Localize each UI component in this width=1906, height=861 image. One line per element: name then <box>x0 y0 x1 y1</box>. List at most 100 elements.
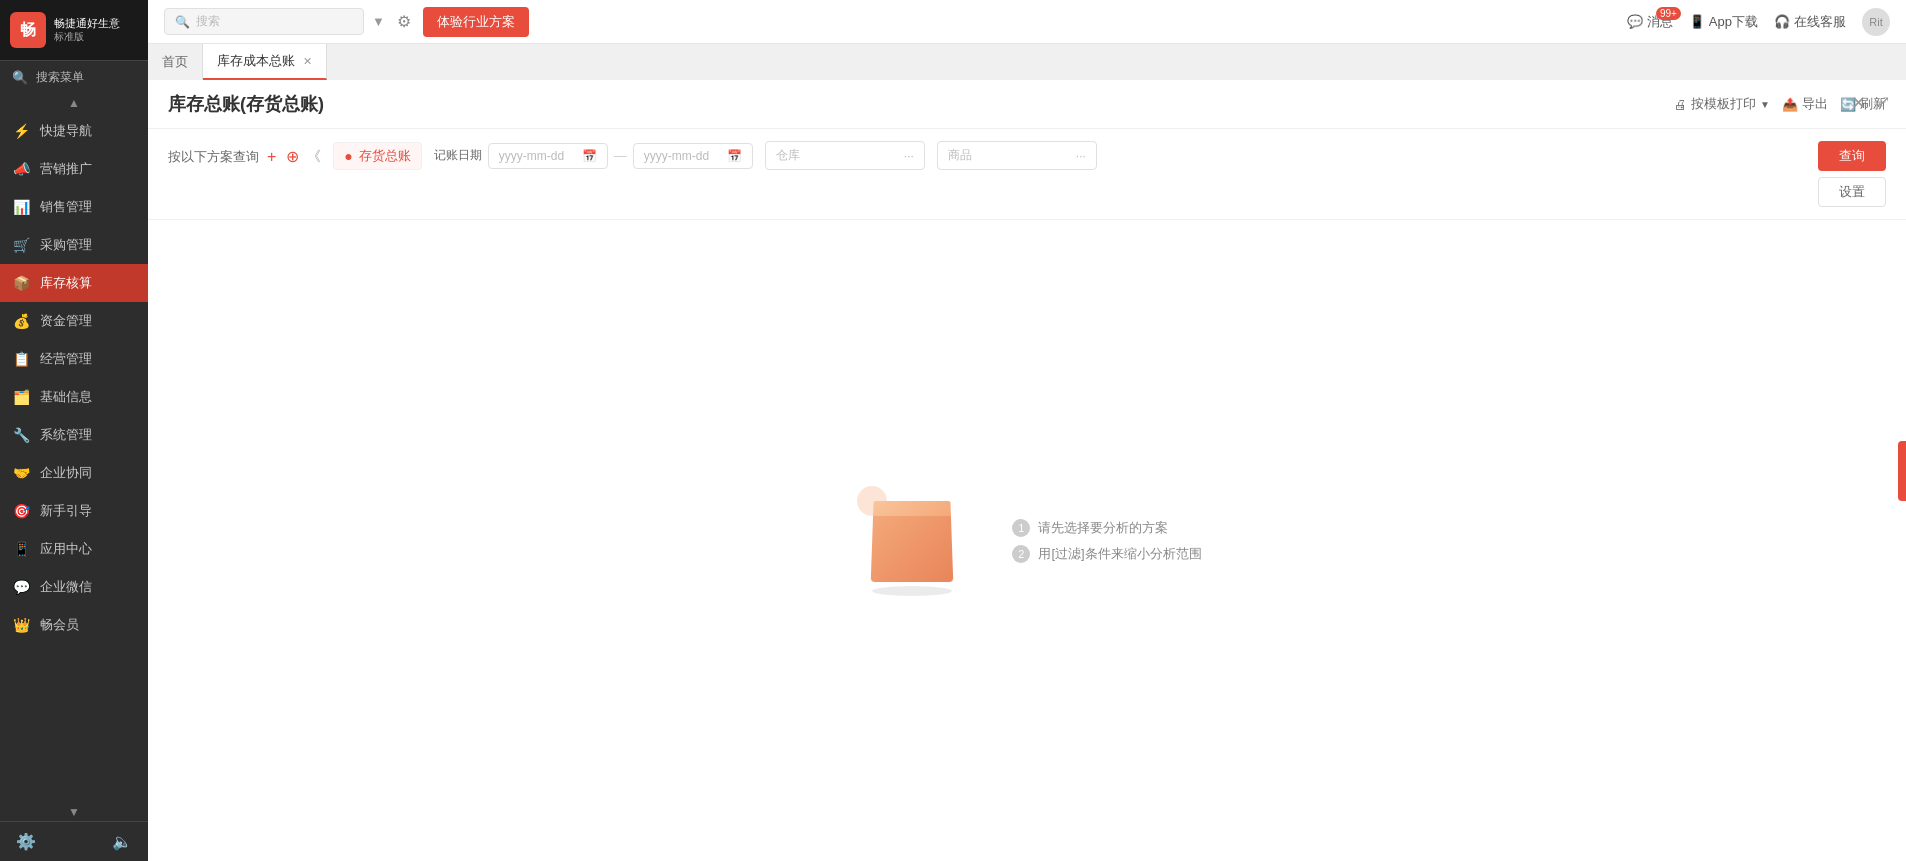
empty-illustration <box>852 481 972 601</box>
scheme-circle-icon: ● <box>344 148 352 164</box>
header-dropdown-arrow[interactable]: ▼ <box>372 14 385 29</box>
sidebar-item-label: 经营管理 <box>40 350 92 368</box>
sidebar: 畅 畅捷通好生意 标准版 🔍 搜索菜单 ▲ ⚡ 快捷导航 📣 营销推广 📊 销售… <box>0 0 148 861</box>
sidebar-scroll-up[interactable]: ▲ <box>0 94 148 112</box>
filter-collapse-button[interactable]: 《 <box>307 148 321 166</box>
sidebar-item-inventory[interactable]: 📦 库存核算 <box>0 264 148 302</box>
print-button[interactable]: 🖨 按模板打印 ▼ <box>1674 95 1770 113</box>
sidebar-item-marketing[interactable]: 📣 营销推广 <box>0 150 148 188</box>
product-more-icon: ··· <box>1076 149 1086 163</box>
message-item[interactable]: 💬 消息 99+ <box>1627 13 1673 31</box>
logo-icon: 畅 <box>10 12 46 48</box>
sidebar-item-enterprise[interactable]: 🤝 企业协同 <box>0 454 148 492</box>
header-search-icon: 🔍 <box>175 15 190 29</box>
header-search-box[interactable]: 🔍 搜索 <box>164 8 364 35</box>
sidebar-item-label: 营销推广 <box>40 160 92 178</box>
sidebar-item-capital[interactable]: 💰 资金管理 <box>0 302 148 340</box>
message-badge: 99+ <box>1656 7 1681 20</box>
product-placeholder: 商品 <box>948 147 972 164</box>
sidebar-item-purchase[interactable]: 🛒 采购管理 <box>0 226 148 264</box>
hint-num-2: 2 <box>1012 545 1030 563</box>
sidebar-item-label: 畅会员 <box>40 616 79 634</box>
print-label: 按模板打印 <box>1691 95 1756 113</box>
sidebar-item-label: 应用中心 <box>40 540 92 558</box>
filter-actions: 查询 设置 <box>1818 141 1886 207</box>
operations-icon: 📋 <box>12 351 30 367</box>
sidebar-search[interactable]: 🔍 搜索菜单 <box>0 61 148 94</box>
date-start-placeholder: yyyy-mm-dd <box>499 149 564 163</box>
wechat-icon: 💬 <box>12 579 30 595</box>
right-edge-panel[interactable] <box>1898 441 1906 501</box>
hint-num-1: 1 <box>1012 519 1030 537</box>
tab-home-label: 首页 <box>162 53 188 71</box>
logo-title: 畅捷通好生意 <box>54 16 120 30</box>
sidebar-item-operations[interactable]: 📋 经营管理 <box>0 340 148 378</box>
header-gear-button[interactable]: ⚙ <box>397 12 411 31</box>
empty-state: 1 请先选择要分析的方案 2 用[过滤]条件来缩小分析范围 <box>148 220 1906 861</box>
sales-icon: 📊 <box>12 199 30 215</box>
app-download-item[interactable]: 📱 App下载 <box>1689 13 1758 31</box>
tab-home[interactable]: 首页 <box>148 44 203 80</box>
system-icon: 🔧 <box>12 427 30 443</box>
tab-inventory-ledger-label: 库存成本总账 <box>217 52 295 70</box>
sidebar-item-label: 企业协同 <box>40 464 92 482</box>
guide-icon: 🎯 <box>12 503 30 519</box>
marketing-icon: 📣 <box>12 161 30 177</box>
sidebar-item-label: 系统管理 <box>40 426 92 444</box>
enterprise-icon: 🤝 <box>12 465 30 481</box>
vip-icon: 👑 <box>12 617 30 633</box>
page-resize-button[interactable]: ⤢ <box>1877 92 1890 111</box>
filter-scheme[interactable]: ● 存货总账 <box>333 142 421 170</box>
export-label: 导出 <box>1802 95 1828 113</box>
date-end-placeholder: yyyy-mm-dd <box>644 149 709 163</box>
query-button[interactable]: 查询 <box>1818 141 1886 171</box>
sidebar-item-quick-nav[interactable]: ⚡ 快捷导航 <box>0 112 148 150</box>
export-button[interactable]: 📤 导出 <box>1782 95 1828 113</box>
page-header: 库存总账(存货总账) 🖨 按模板打印 ▼ 📤 导出 🔄 刷新 ✕ ⤢ <box>148 80 1906 129</box>
page-area: 库存总账(存货总账) 🖨 按模板打印 ▼ 📤 导出 🔄 刷新 ✕ ⤢ <box>148 80 1906 861</box>
online-service-item[interactable]: 🎧 在线客服 <box>1774 13 1846 31</box>
sidebar-item-system[interactable]: 🔧 系统管理 <box>0 416 148 454</box>
empty-box <box>871 512 954 582</box>
sidebar-item-sales[interactable]: 📊 销售管理 <box>0 188 148 226</box>
filter-label: 按以下方案查询 + ⊕ 《 <box>168 147 321 166</box>
sidebar-scroll-down[interactable]: ▼ <box>0 803 148 821</box>
empty-text: 1 请先选择要分析的方案 2 用[过滤]条件来缩小分析范围 <box>1012 519 1201 563</box>
sidebar-item-appcenter[interactable]: 📱 应用中心 <box>0 530 148 568</box>
sidebar-item-label: 快捷导航 <box>40 122 92 140</box>
user-info[interactable]: Rit <box>1862 8 1890 36</box>
print-arrow-icon: ▼ <box>1760 99 1770 110</box>
quick-nav-icon: ⚡ <box>12 123 30 139</box>
header-right: 💬 消息 99+ 📱 App下载 🎧 在线客服 Rit <box>1627 8 1890 36</box>
tab-inventory-ledger[interactable]: 库存成本总账 ✕ <box>203 44 327 80</box>
search-icon: 🔍 <box>12 70 28 85</box>
page-close-button[interactable]: ✕ <box>1851 92 1866 114</box>
product-filter[interactable]: 商品 ··· <box>937 141 1097 170</box>
industry-button[interactable]: 体验行业方案 <box>423 7 529 37</box>
appcenter-icon: 📱 <box>12 541 30 557</box>
tab-bar: 首页 库存成本总账 ✕ <box>148 44 1906 80</box>
sidebar-item-wechat[interactable]: 💬 企业微信 <box>0 568 148 606</box>
purchase-icon: 🛒 <box>12 237 30 253</box>
settings-icon[interactable]: ⚙️ <box>16 832 36 851</box>
empty-shadow <box>872 586 952 596</box>
filter-settings-button[interactable]: 设置 <box>1818 177 1886 207</box>
main-content: 🔍 搜索 ▼ ⚙ 体验行业方案 💬 消息 99+ 📱 App下载 🎧 在线客服 … <box>148 0 1906 861</box>
calendar-end-icon: 📅 <box>727 149 742 163</box>
date-range: 记账日期 yyyy-mm-dd 📅 — yyyy-mm-dd 📅 <box>434 143 753 169</box>
filter-add-button[interactable]: + <box>265 148 278 166</box>
top-header: 🔍 搜索 ▼ ⚙ 体验行业方案 💬 消息 99+ 📱 App下载 🎧 在线客服 … <box>148 0 1906 44</box>
sidebar-item-vip[interactable]: 👑 畅会员 <box>0 606 148 644</box>
sidebar-item-label: 销售管理 <box>40 198 92 216</box>
sidebar-item-guide[interactable]: 🎯 新手引导 <box>0 492 148 530</box>
speaker-icon[interactable]: 🔈 <box>112 832 132 851</box>
hint-text-1: 请先选择要分析的方案 <box>1038 519 1168 537</box>
sidebar-item-label: 库存核算 <box>40 274 92 292</box>
warehouse-filter[interactable]: 仓库 ··· <box>765 141 925 170</box>
date-end-input[interactable]: yyyy-mm-dd 📅 <box>633 143 753 169</box>
filter-manage-button[interactable]: ⊕ <box>284 147 301 166</box>
sidebar-item-basics[interactable]: 🗂️ 基础信息 <box>0 378 148 416</box>
capital-icon: 💰 <box>12 313 30 329</box>
date-start-input[interactable]: yyyy-mm-dd 📅 <box>488 143 608 169</box>
tab-close-icon[interactable]: ✕ <box>303 55 312 68</box>
